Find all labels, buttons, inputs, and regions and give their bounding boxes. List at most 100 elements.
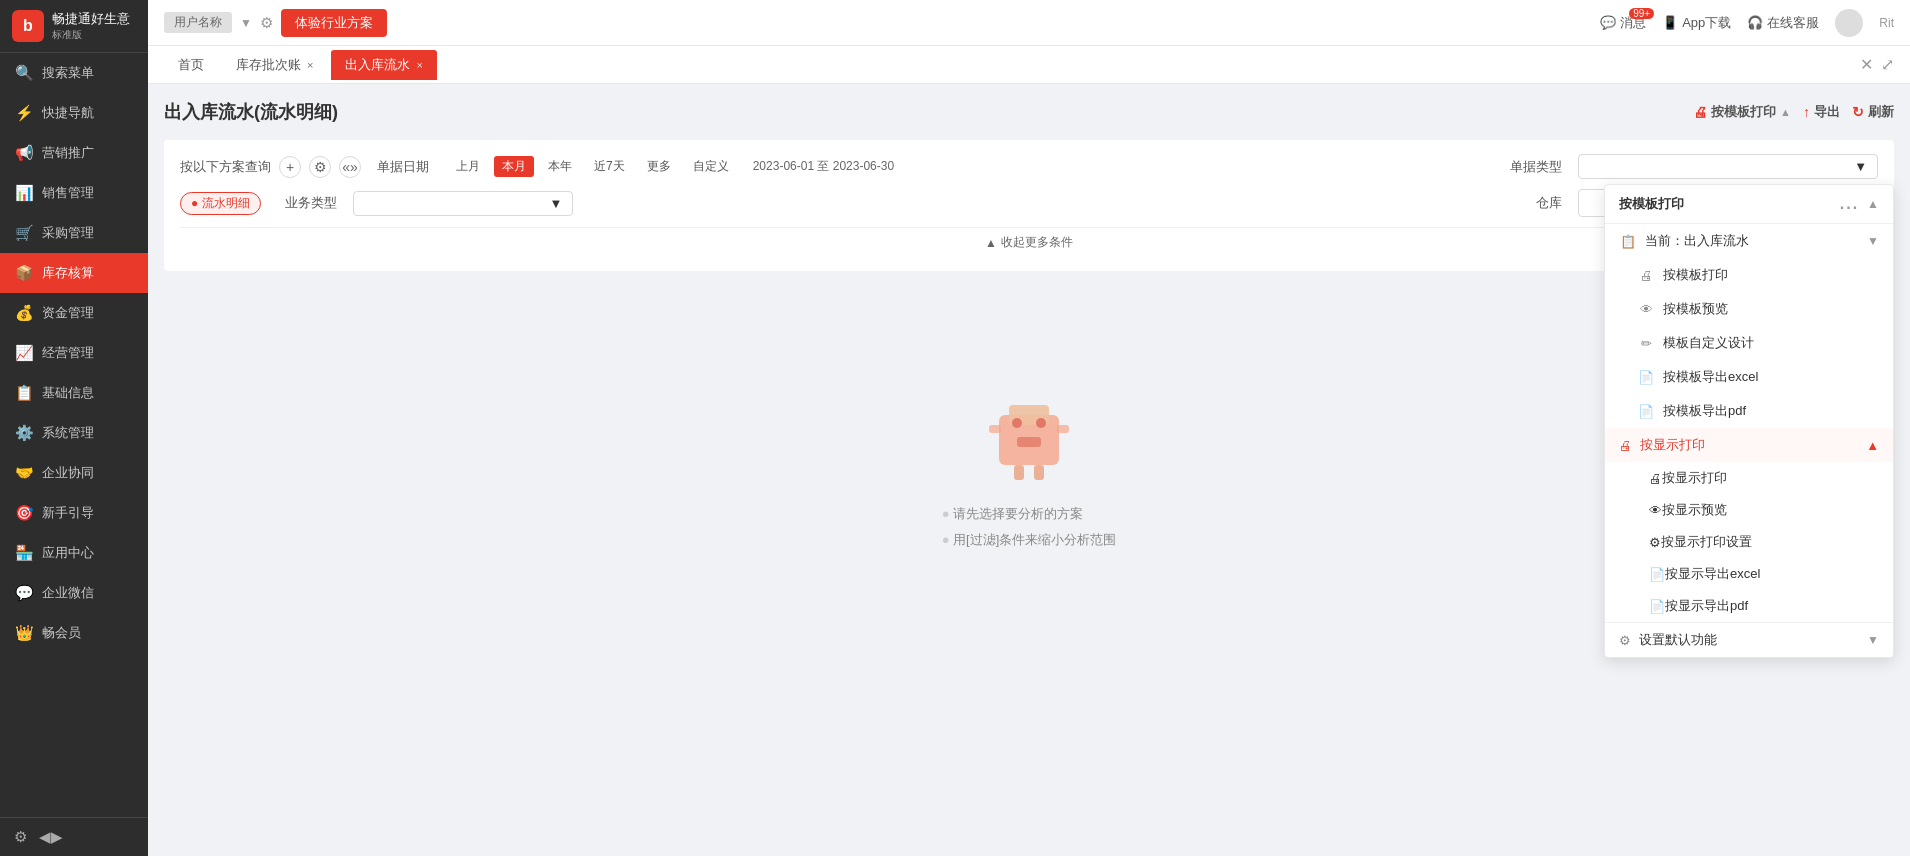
svg-rect-7 — [1014, 465, 1024, 480]
sidebar-item-wechat[interactable]: 💬企业微信 — [0, 573, 148, 613]
topbar-gear-icon[interactable]: ⚙ — [260, 14, 273, 32]
display-preview-icon: 👁 — [1649, 503, 1662, 518]
dp-item-display-export-pdf[interactable]: 📄按显示导出pdf — [1605, 590, 1893, 622]
dp-item-display-print-settings[interactable]: ⚙按显示打印设置 — [1605, 526, 1893, 558]
date-btn-更多[interactable]: 更多 — [639, 156, 679, 177]
template-items-group: 🖨按模板打印👁按模板预览✏模板自定义设计📄按模板导出excel📄按模板导出pdf — [1605, 258, 1893, 428]
filter-section-label-group: 按以下方案查询 + ⚙ «» — [180, 156, 361, 178]
display-print-icon: 🖨 — [1649, 471, 1662, 486]
flow-detail-tag[interactable]: ● 流水明细 — [180, 192, 261, 215]
print-button[interactable]: 🖨 按模板打印 ▲ — [1693, 103, 1791, 121]
sidebar-nav: 🔍搜索菜单⚡快捷导航📢营销推广📊销售管理🛒采购管理📦库存核算💰资金管理📈经营管理… — [0, 53, 148, 817]
sidebar-item-collab[interactable]: 🤝企业协同 — [0, 453, 148, 493]
sidebar-item-marketing[interactable]: 📢营销推广 — [0, 133, 148, 173]
empty-tip-1: 请先选择要分析的方案 — [942, 501, 1117, 527]
display-print-section[interactable]: 🖨 按显示打印 ▲ — [1605, 428, 1893, 462]
business-type-label: 业务类型 — [285, 194, 337, 212]
dropdown-footer[interactable]: ⚙ 设置默认功能 ▼ — [1605, 622, 1893, 657]
settings-icon[interactable]: ⚙ — [14, 828, 27, 846]
dp-item-display-print[interactable]: 🖨按显示打印 — [1605, 462, 1893, 494]
page-content: 出入库流水(流水明细) 🖨 按模板打印 ▲ ↑ 导出 ↻ 刷新 — [148, 84, 1910, 856]
display-print-section-icon: 🖨 — [1619, 438, 1632, 453]
refresh-button[interactable]: ↻ 刷新 — [1852, 103, 1894, 121]
date-btn-自定义[interactable]: 自定义 — [685, 156, 737, 177]
dp-item-template-export-pdf[interactable]: 📄按模板导出pdf — [1605, 394, 1893, 428]
collab-icon: 🤝 — [14, 463, 34, 483]
search-icon: 🔍 — [14, 63, 34, 83]
collapse-sidebar-icon[interactable]: ◀▶ — [39, 828, 63, 846]
topbar: 用户名称 ▼ ⚙ 体验行业方案 💬 消息 99+ 📱 App下载 🎧 在线客服 … — [148, 0, 1910, 46]
sidebar-item-inventory[interactable]: 📦库存核算 — [0, 253, 148, 293]
dropdown-header-chevron-icon[interactable]: ▲ — [1867, 197, 1879, 211]
tab-home[interactable]: 首页 — [164, 50, 218, 80]
print-dropdown-panel: 按模板打印 ... ▲ 📋 当前：出入库流水 ▼ 🖨按模板打印👁按模板预览✏模板… — [1604, 184, 1894, 658]
date-btn-近7天[interactable]: 近7天 — [586, 156, 633, 177]
sidebar-item-sales[interactable]: 📊销售管理 — [0, 173, 148, 213]
message-button[interactable]: 💬 消息 99+ — [1600, 14, 1646, 32]
dp-item-template-print[interactable]: 🖨按模板打印 — [1605, 258, 1893, 292]
sales-icon: 📊 — [14, 183, 34, 203]
sidebar-item-shortcut[interactable]: ⚡快捷导航 — [0, 93, 148, 133]
tag-dot-icon: ● — [191, 196, 198, 210]
close-inventory-batch-tab-icon[interactable]: × — [307, 59, 313, 71]
sidebar-item-member[interactable]: 👑畅会员 — [0, 613, 148, 653]
purchase-icon: 🛒 — [14, 223, 34, 243]
filter-settings-icon[interactable]: ⚙ — [309, 156, 331, 178]
empty-tip-2: 用[过滤]条件来缩小分析范围 — [942, 527, 1117, 553]
export-button[interactable]: ↑ 导出 — [1803, 103, 1840, 121]
sidebar-item-purchase[interactable]: 🛒采购管理 — [0, 213, 148, 253]
dp-item-display-preview[interactable]: 👁按显示预览 — [1605, 494, 1893, 526]
print-icon: 🖨 — [1693, 104, 1707, 120]
empty-illustration — [979, 385, 1079, 485]
dropdown-current-item[interactable]: 📋 当前：出入库流水 ▼ — [1605, 224, 1893, 258]
dropdown-more-icon[interactable]: ... — [1840, 195, 1859, 213]
date-btn-上月[interactable]: 上月 — [448, 156, 488, 177]
phone-icon: 📱 — [1662, 15, 1678, 30]
add-condition-button[interactable]: + — [279, 156, 301, 178]
page-action-bar: 🖨 按模板打印 ▲ ↑ 导出 ↻ 刷新 — [1693, 103, 1894, 121]
tab-inventory-batch[interactable]: 库存批次账 × — [222, 50, 327, 80]
sidebar-item-appstore[interactable]: 🏪应用中心 — [0, 533, 148, 573]
close-inventory-flow-tab-icon[interactable]: × — [416, 59, 422, 71]
dp-item-template-export-excel[interactable]: 📄按模板导出excel — [1605, 360, 1893, 394]
print-chevron-up-icon: ▲ — [1780, 106, 1791, 118]
user-chevron-icon[interactable]: ▼ — [240, 16, 252, 30]
filter-row-1: 按以下方案查询 + ⚙ «» 单据日期 上月本月本年近7天更多自定义 2023-… — [180, 154, 1878, 179]
dp-item-display-export-excel[interactable]: 📄按显示导出excel — [1605, 558, 1893, 590]
export-icon: ↑ — [1803, 104, 1810, 120]
template-custom-icon: ✏ — [1637, 334, 1655, 352]
window-close-icon[interactable]: ✕ — [1860, 55, 1873, 74]
app-download-button[interactable]: 📱 App下载 — [1662, 14, 1731, 32]
filter-expand-icon[interactable]: «» — [339, 156, 361, 178]
shortcut-icon: ⚡ — [14, 103, 34, 123]
sidebar-item-operation[interactable]: 📈经营管理 — [0, 333, 148, 373]
message-icon: 💬 — [1600, 15, 1616, 30]
window-maximize-icon[interactable]: ⤢ — [1881, 55, 1894, 74]
dp-item-template-custom[interactable]: ✏模板自定义设计 — [1605, 326, 1893, 360]
display-export-excel-icon: 📄 — [1649, 567, 1665, 582]
sidebar-item-search[interactable]: 🔍搜索菜单 — [0, 53, 148, 93]
tab-inventory-flow[interactable]: 出入库流水 × — [331, 50, 436, 80]
date-btn-本年[interactable]: 本年 — [540, 156, 580, 177]
sidebar-item-finance[interactable]: 💰资金管理 — [0, 293, 148, 333]
online-service-button[interactable]: 🎧 在线客服 — [1747, 14, 1819, 32]
chevron-up-icon: ▲ — [985, 236, 997, 250]
doc-type-selector[interactable]: ▼ — [1578, 154, 1878, 179]
template-export-excel-icon: 📄 — [1637, 368, 1655, 386]
doc-type-chevron-icon: ▼ — [1854, 159, 1867, 174]
topbar-left: 用户名称 ▼ ⚙ 体验行业方案 — [164, 9, 1588, 37]
sidebar-item-guide[interactable]: 🎯新手引导 — [0, 493, 148, 533]
sidebar-bottom: ⚙ ◀▶ — [0, 817, 148, 856]
date-btn-本月[interactable]: 本月 — [494, 156, 534, 177]
avatar[interactable] — [1835, 9, 1863, 37]
dropdown-title: 按模板打印 — [1619, 195, 1684, 213]
settings-default-icon: ⚙ — [1619, 633, 1631, 648]
sidebar-item-basic[interactable]: 📋基础信息 — [0, 373, 148, 413]
user-selector[interactable]: 用户名称 — [164, 12, 232, 33]
window-controls: ✕ ⤢ — [1860, 55, 1894, 74]
business-type-selector[interactable]: ▼ — [353, 191, 573, 216]
basic-icon: 📋 — [14, 383, 34, 403]
dp-item-template-preview[interactable]: 👁按模板预览 — [1605, 292, 1893, 326]
industry-solution-button[interactable]: 体验行业方案 — [281, 9, 387, 37]
sidebar-item-system[interactable]: ⚙️系统管理 — [0, 413, 148, 453]
